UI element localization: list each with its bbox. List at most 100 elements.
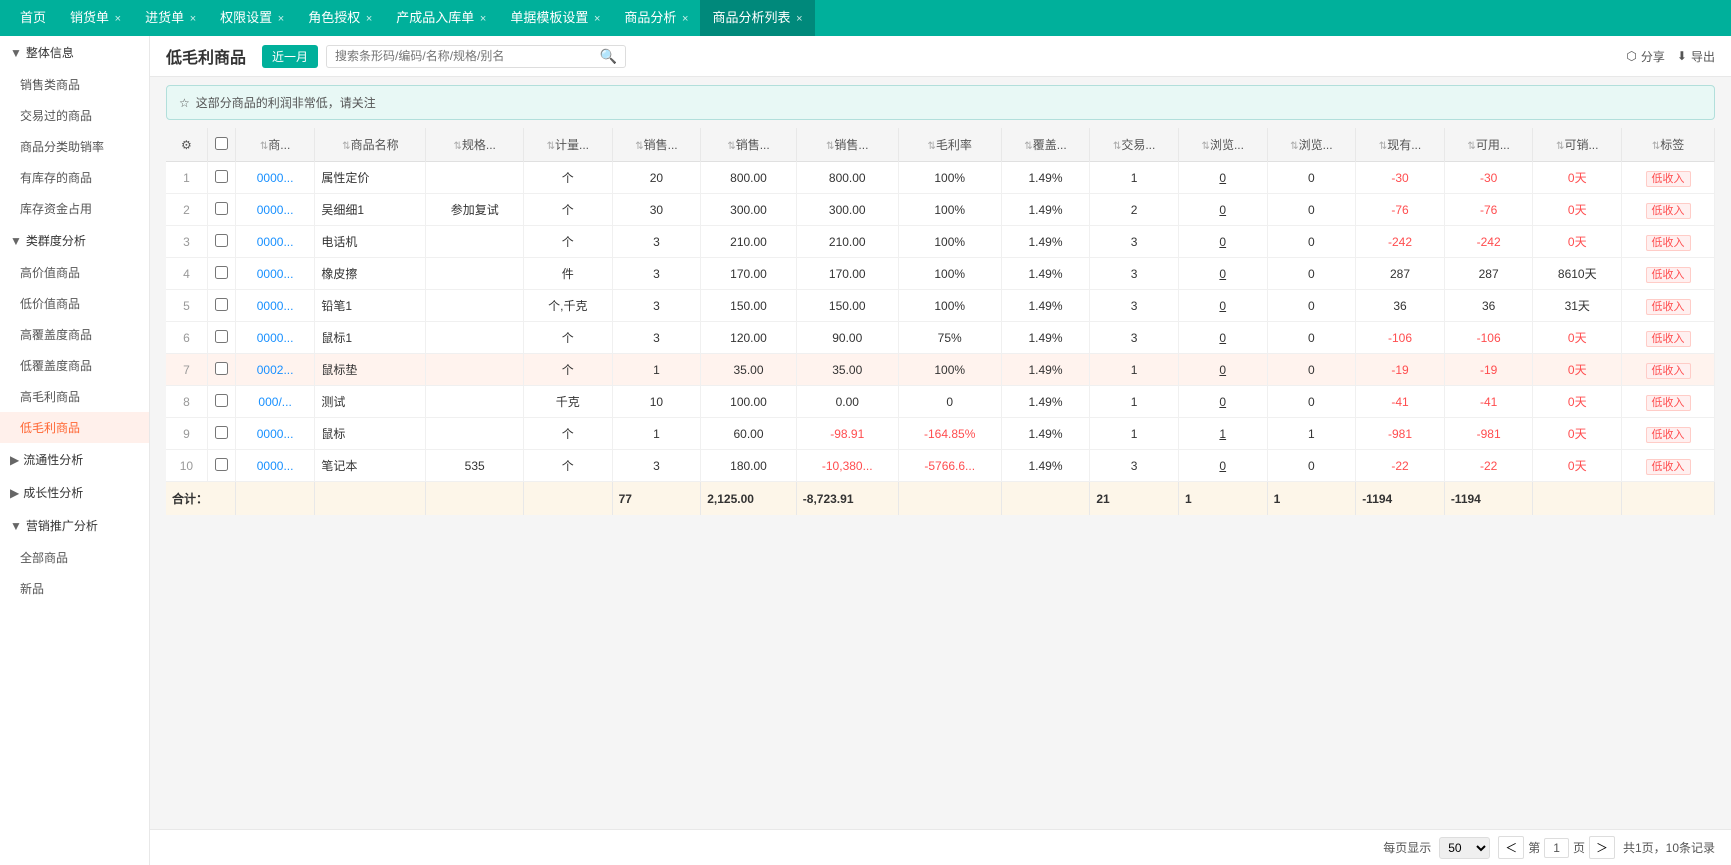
col-gross-rate[interactable]: 毛利率	[898, 128, 1001, 162]
sidebar-group-flow[interactable]: ▶ 流通性分析	[0, 443, 149, 476]
row-tag: 低收入	[1622, 450, 1715, 482]
col-sellable[interactable]: 可销...	[1533, 128, 1622, 162]
sidebar-item-has-stock[interactable]: 有库存的商品	[0, 162, 149, 193]
nav-template[interactable]: 单据模板设置 ×	[498, 0, 612, 36]
sidebar-item-sales-goods[interactable]: 销售类商品	[0, 69, 149, 100]
select-all-checkbox[interactable]	[215, 137, 228, 150]
sidebar-group-overall[interactable]: ▼ 整体信息	[0, 36, 149, 69]
row-trade: 1	[1090, 162, 1179, 194]
nav-goods-analysis[interactable]: 商品分析 ×	[612, 0, 700, 36]
nav-close-role[interactable]: ×	[366, 13, 372, 25]
row-sales-price: 100.00	[701, 386, 797, 418]
nav-purchase[interactable]: 进货单 ×	[133, 0, 208, 36]
col-spec[interactable]: 规格...	[426, 128, 524, 162]
nav-product-inbound[interactable]: 产成品入库单 ×	[384, 0, 498, 36]
nav-sales[interactable]: 销货单 ×	[58, 0, 133, 36]
col-checkbox[interactable]	[207, 128, 235, 162]
col-current[interactable]: 现有...	[1356, 128, 1445, 162]
row-sales-profit: 0.00	[796, 386, 898, 418]
row-checkbox[interactable]	[207, 194, 235, 226]
row-tag: 低收入	[1622, 194, 1715, 226]
notice-text: 这部分商品的利润非常低，请关注	[196, 94, 376, 111]
sidebar-item-low-margin[interactable]: 低毛利商品	[0, 412, 149, 443]
nav-home[interactable]: 首页	[8, 0, 58, 36]
row-view1[interactable]: 0	[1178, 194, 1267, 226]
row-checkbox[interactable]	[207, 386, 235, 418]
sidebar-item-new-goods[interactable]: 新品	[0, 573, 149, 604]
nav-close-template[interactable]: ×	[594, 13, 600, 25]
col-settings[interactable]: ⚙	[166, 128, 207, 162]
row-view1[interactable]: 1	[1178, 418, 1267, 450]
col-code[interactable]: 商...	[235, 128, 315, 162]
filter-period-button[interactable]: 近一月	[262, 45, 318, 68]
row-view1[interactable]: 0	[1178, 258, 1267, 290]
sidebar-item-low-coverage[interactable]: 低覆盖度商品	[0, 350, 149, 381]
row-view1[interactable]: 0	[1178, 386, 1267, 418]
row-checkbox[interactable]	[207, 322, 235, 354]
row-view1[interactable]: 0	[1178, 226, 1267, 258]
table-row: 1 0000... 属性定价 个 20 800.00 800.00 100% 1…	[166, 162, 1715, 194]
sidebar-group-growth[interactable]: ▶ 成长性分析	[0, 476, 149, 509]
nav-close-permission[interactable]: ×	[278, 13, 284, 25]
row-checkbox[interactable]	[207, 290, 235, 322]
next-page-button[interactable]: ＞	[1589, 836, 1615, 859]
col-view1[interactable]: 浏览...	[1178, 128, 1267, 162]
row-code: 0002...	[235, 354, 315, 386]
row-view1[interactable]: 0	[1178, 450, 1267, 482]
row-checkbox[interactable]	[207, 162, 235, 194]
sidebar-item-category-rate[interactable]: 商品分类助销率	[0, 131, 149, 162]
row-view1[interactable]: 0	[1178, 354, 1267, 386]
nav-permission[interactable]: 权限设置 ×	[208, 0, 296, 36]
nav-close-sales[interactable]: ×	[115, 13, 121, 25]
row-checkbox[interactable]	[207, 226, 235, 258]
row-checkbox[interactable]	[207, 450, 235, 482]
col-tag[interactable]: 标签	[1622, 128, 1715, 162]
sidebar-item-high-value[interactable]: 高价值商品	[0, 257, 149, 288]
col-available[interactable]: 可用...	[1444, 128, 1533, 162]
footer-sales-price: 2,125.00	[701, 482, 797, 516]
row-checkbox[interactable]	[207, 418, 235, 450]
row-view2: 0	[1267, 386, 1356, 418]
sidebar-item-high-margin[interactable]: 高毛利商品	[0, 381, 149, 412]
col-sales-profit[interactable]: 销售...	[796, 128, 898, 162]
nav-role[interactable]: 角色授权 ×	[296, 0, 384, 36]
nav-goods-list[interactable]: 商品分析列表 ×	[700, 0, 814, 36]
row-view1[interactable]: 0	[1178, 162, 1267, 194]
share-button[interactable]: ⬡ 分享	[1626, 48, 1665, 65]
row-code: 0000...	[235, 450, 315, 482]
nav-close-purchase[interactable]: ×	[190, 13, 196, 25]
row-view1[interactable]: 0	[1178, 322, 1267, 354]
row-view1[interactable]: 0	[1178, 290, 1267, 322]
row-sales-qty: 20	[612, 162, 701, 194]
nav-close-list[interactable]: ×	[796, 13, 802, 25]
row-checkbox[interactable]	[207, 258, 235, 290]
col-trade[interactable]: 交易...	[1090, 128, 1179, 162]
export-button[interactable]: ⬇ 导出	[1677, 48, 1715, 65]
nav-close-goods[interactable]: ×	[682, 13, 688, 25]
sidebar-item-stock-capital[interactable]: 库存资金占用	[0, 193, 149, 224]
sidebar-group-cluster[interactable]: ▼ 类群度分析	[0, 224, 149, 257]
sidebar-item-low-value[interactable]: 低价值商品	[0, 288, 149, 319]
col-unit[interactable]: 计量...	[524, 128, 613, 162]
sidebar-item-high-coverage[interactable]: 高覆盖度商品	[0, 319, 149, 350]
row-available: -22	[1444, 450, 1533, 482]
col-sales-price[interactable]: 销售...	[701, 128, 797, 162]
table-row: 6 0000... 鼠标1 个 3 120.00 90.00 75% 1.49%…	[166, 322, 1715, 354]
row-spec: 参加复试	[426, 194, 524, 226]
sidebar-group-marketing[interactable]: ▼ 营销推广分析	[0, 509, 149, 542]
search-input[interactable]	[335, 49, 600, 63]
row-name: 属性定价	[315, 162, 426, 194]
col-sales-qty[interactable]: 销售...	[612, 128, 701, 162]
sidebar-item-traded[interactable]: 交易过的商品	[0, 100, 149, 131]
per-page-select[interactable]: 50 100 200	[1439, 837, 1490, 859]
row-no: 3	[166, 226, 207, 258]
prev-page-button[interactable]: ＜	[1498, 836, 1524, 859]
sidebar-item-all-goods[interactable]: 全部商品	[0, 542, 149, 573]
col-name[interactable]: 商品名称	[315, 128, 426, 162]
row-spec	[426, 258, 524, 290]
row-checkbox[interactable]	[207, 354, 235, 386]
row-code: 0000...	[235, 290, 315, 322]
nav-close-product[interactable]: ×	[480, 13, 486, 25]
col-coverage[interactable]: 覆盖...	[1001, 128, 1090, 162]
col-view2[interactable]: 浏览...	[1267, 128, 1356, 162]
